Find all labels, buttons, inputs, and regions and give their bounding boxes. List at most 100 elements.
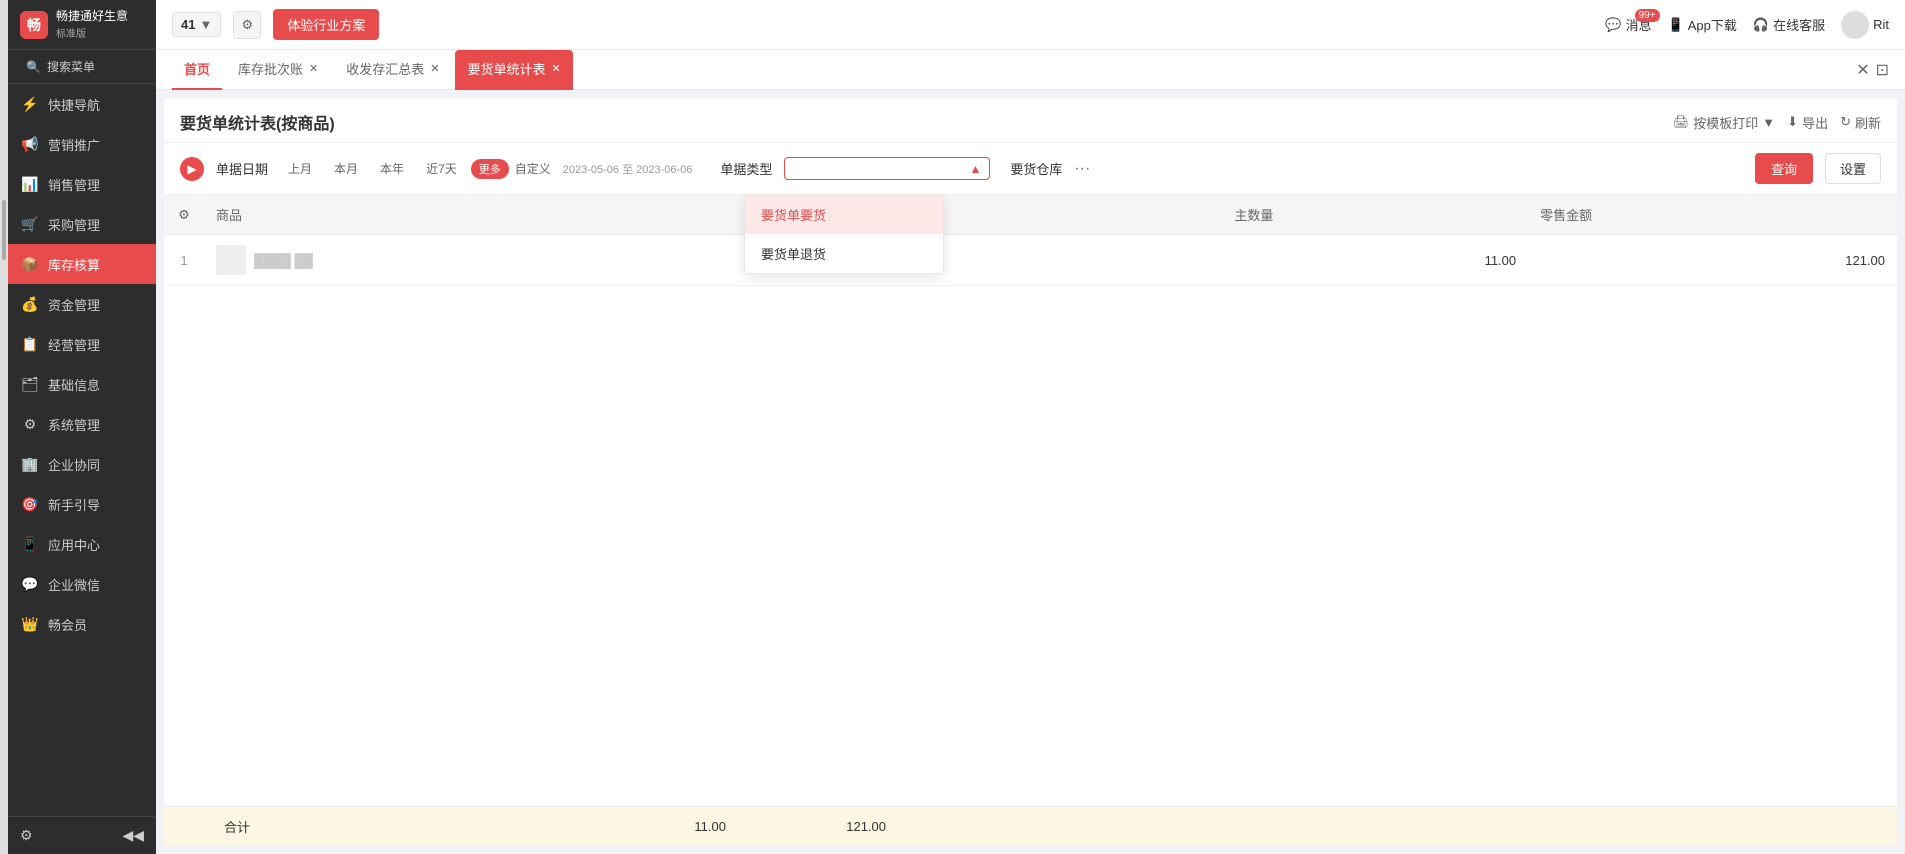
tab-close-all-icon[interactable]: ✕: [1856, 60, 1869, 80]
sidebar-item-app-center[interactable]: 📱 应用中心: [8, 524, 156, 564]
th-amount: 零售金额: [1528, 195, 1897, 235]
sidebar: 畅 畅捷通好生意 标准版 🔍 搜索菜单 ⚡ 快捷导航 📢 营销推广 📊 销售管理…: [8, 0, 156, 854]
sidebar-item-wechat[interactable]: 💬 企业微信: [8, 564, 156, 604]
company-count: 41: [181, 17, 195, 32]
dropdown-item-order-return[interactable]: 要货单退货: [745, 234, 943, 273]
nav-label: 畅会员: [48, 615, 87, 634]
date-opt-last-month[interactable]: 上月: [280, 157, 320, 180]
nav-label: 系统管理: [48, 415, 100, 434]
nav-label: 销售管理: [48, 175, 100, 194]
tab-receivable-summary[interactable]: 收发存汇总表 ✕: [334, 50, 451, 90]
print-button[interactable]: 🖨 按模板打印 ▼: [1673, 113, 1775, 132]
sidebar-item-operations[interactable]: 📋 经营管理: [8, 324, 156, 364]
print-icon: 🖨: [1673, 114, 1690, 130]
sidebar-item-basic-info[interactable]: 🗂 基础信息: [8, 364, 156, 404]
nav-label: 应用中心: [48, 535, 100, 554]
tab-home[interactable]: 首页: [172, 50, 222, 90]
nav-label: 快捷导航: [48, 95, 100, 114]
date-opt-more[interactable]: 更多: [471, 159, 509, 179]
export-button[interactable]: ⬇ 导出: [1787, 113, 1828, 132]
basic-info-icon: 🗂: [20, 374, 40, 394]
search-menu[interactable]: 🔍 搜索菜单: [8, 50, 156, 84]
date-opt-this-year[interactable]: 本年: [372, 157, 412, 180]
date-custom-option[interactable]: 自定义: [515, 160, 551, 177]
warehouse-more-icon[interactable]: ···: [1074, 160, 1090, 178]
page-content: 要货单统计表(按商品) 🖨 按模板打印 ▼ ⬇ 导出 ↻ 刷新 ▶: [164, 98, 1897, 846]
date-options: 上月 本月 本年 近7天 更多 自定义: [280, 157, 551, 180]
tab-close-icon[interactable]: ✕: [430, 62, 439, 75]
date-label: 单据日期: [216, 159, 268, 178]
main-area: 41 ▼ ⚙ 体验行业方案 💬 消息 99+ 📱 App下载 🎧 在线客服: [156, 0, 1905, 854]
collapse-icon[interactable]: ◀◀: [122, 827, 144, 844]
app-icon: 📱: [1668, 17, 1684, 33]
nav-label: 采购管理: [48, 215, 100, 234]
td-quantity: 11.00: [1222, 235, 1528, 286]
sidebar-item-sales[interactable]: 📊 销售管理: [8, 164, 156, 204]
data-table: ⚙ 商品 主计量单位 主数量 零售金额 1 ████: [164, 195, 1897, 286]
tab-inventory-batch[interactable]: 库存批次账 ✕: [226, 50, 330, 90]
tab-close-icon[interactable]: ✕: [552, 62, 561, 75]
messages-badge: 99+: [1635, 9, 1660, 22]
enterprise-icon: 🏢: [20, 454, 40, 474]
refresh-button[interactable]: ↻ 刷新: [1840, 113, 1881, 132]
chevron-up-icon[interactable]: ▲: [969, 162, 981, 176]
sidebar-item-membership[interactable]: 👑 畅会员: [8, 604, 156, 644]
app-download-item[interactable]: 📱 App下载: [1668, 15, 1737, 34]
sidebar-item-marketing[interactable]: 📢 营销推广: [8, 124, 156, 164]
print-expand-icon: ▼: [1762, 115, 1775, 130]
tab-receivable-summary-label: 收发存汇总表: [346, 59, 424, 78]
table-settings-icon[interactable]: ⚙: [178, 207, 190, 222]
type-input-wrap[interactable]: ▲: [784, 157, 990, 180]
tab-home-label: 首页: [184, 59, 210, 78]
messages-item[interactable]: 💬 消息 99+: [1605, 15, 1651, 34]
footer-label: 合计: [176, 817, 426, 836]
nav-label: 新手引导: [48, 495, 100, 514]
date-opt-this-month[interactable]: 本月: [326, 157, 366, 180]
service-item[interactable]: 🎧 在线客服: [1753, 15, 1825, 34]
type-input[interactable]: [793, 161, 969, 176]
sidebar-item-purchase[interactable]: 🛒 采购管理: [8, 204, 156, 244]
gear-button[interactable]: ⚙: [233, 11, 261, 39]
settings-icon[interactable]: ⚙: [20, 827, 33, 844]
type-dropdown: 要货单要货 要货单退货: [744, 194, 944, 274]
page-title: 要货单统计表(按商品): [180, 110, 335, 134]
topbar-left: 41 ▼ ⚙ 体验行业方案: [172, 9, 1605, 40]
company-selector[interactable]: 41 ▼: [172, 12, 221, 37]
td-product: ████ ██: [204, 235, 790, 286]
nav-label: 基础信息: [48, 375, 100, 394]
quick-nav-icon: ⚡: [20, 94, 40, 114]
td-amount: 121.00: [1528, 235, 1897, 286]
th-quantity: 主数量: [1222, 195, 1528, 235]
footer-quantity: 11.00: [606, 819, 726, 834]
dropdown-item-label: 要货单退货: [761, 247, 826, 262]
search-icon: 🔍: [26, 60, 41, 74]
trial-button[interactable]: 体验行业方案: [273, 9, 379, 40]
sidebar-item-system[interactable]: ⚙ 系统管理: [8, 404, 156, 444]
sidebar-item-inventory[interactable]: 📦 库存核算: [8, 244, 156, 284]
app-center-icon: 📱: [20, 534, 40, 554]
sidebar-item-guide[interactable]: 🎯 新手引导: [8, 484, 156, 524]
td-index: 1: [164, 235, 204, 286]
settings-button[interactable]: 设置: [1825, 153, 1881, 184]
sidebar-item-quick-nav[interactable]: ⚡ 快捷导航: [8, 84, 156, 124]
tab-close-icon[interactable]: ✕: [309, 62, 318, 75]
inventory-icon: 📦: [20, 254, 40, 274]
sidebar-item-finance[interactable]: 💰 资金管理: [8, 284, 156, 324]
expand-filter-button[interactable]: ▶: [180, 157, 204, 181]
th-settings[interactable]: ⚙: [164, 195, 204, 235]
app-label: App下载: [1688, 15, 1737, 34]
export-icon: ⬇: [1787, 114, 1798, 130]
tab-expand-icon[interactable]: ⊡: [1876, 60, 1889, 80]
date-opt-7days[interactable]: 近7天: [418, 157, 465, 180]
query-button[interactable]: 查询: [1755, 153, 1813, 184]
tab-order-summary-label: 要货单统计表: [467, 59, 545, 78]
sidebar-item-enterprise[interactable]: 🏢 企业协同: [8, 444, 156, 484]
print-label: 按模板打印: [1693, 113, 1758, 132]
user-area[interactable]: Rit: [1841, 11, 1889, 39]
dropdown-item-order-goods[interactable]: 要货单要货: [745, 195, 943, 234]
page-actions: 🖨 按模板打印 ▼ ⬇ 导出 ↻ 刷新: [1673, 113, 1881, 132]
table-footer: 合计 11.00 121.00: [164, 806, 1897, 846]
operations-icon: 📋: [20, 334, 40, 354]
nav-label: 经营管理: [48, 335, 100, 354]
tab-order-summary[interactable]: 要货单统计表 ✕: [455, 50, 572, 90]
